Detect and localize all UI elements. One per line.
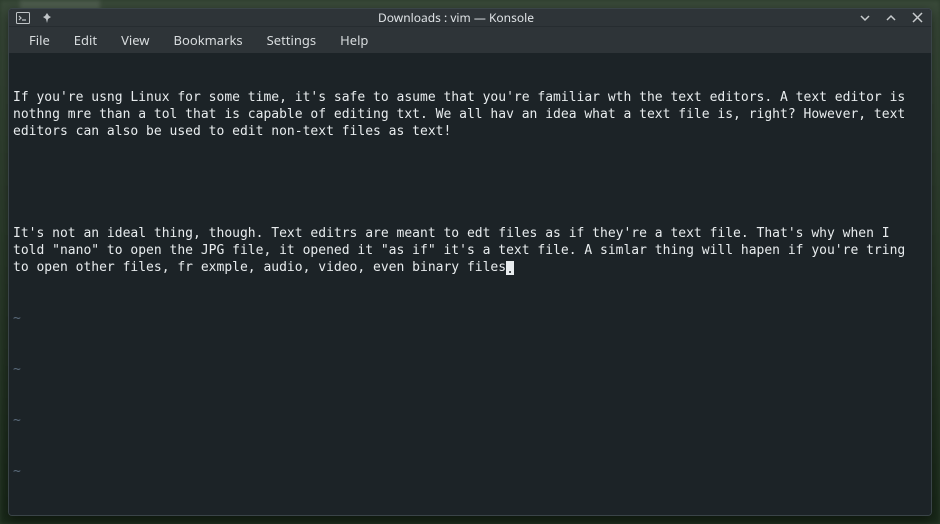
menu-edit[interactable]: Edit xyxy=(62,27,109,53)
vim-tilde: ~ xyxy=(13,361,927,378)
terminal-icon xyxy=(15,10,31,26)
menu-help[interactable]: Help xyxy=(328,27,380,53)
vim-tilde: ~ xyxy=(13,463,927,480)
text-paragraph-2: It's not an ideal thing, though. Text ed… xyxy=(13,225,927,276)
menubar: File Edit View Bookmarks Settings Help xyxy=(9,26,931,53)
close-button[interactable] xyxy=(909,10,925,26)
vim-tilde: ~ xyxy=(13,514,927,516)
titlebar-left xyxy=(15,10,55,26)
text-paragraph-1: If you're usng Linux for some time, it's… xyxy=(13,89,927,140)
maximize-button[interactable] xyxy=(883,10,899,26)
pin-icon[interactable] xyxy=(39,10,55,26)
vim-tilde: ~ xyxy=(13,310,927,327)
blank-line xyxy=(13,174,927,191)
konsole-window: Downloads : vim — Konsole File Edit View… xyxy=(8,8,932,516)
cursor: . xyxy=(506,261,514,275)
menu-bookmarks[interactable]: Bookmarks xyxy=(162,27,255,53)
minimize-button[interactable] xyxy=(857,10,873,26)
menu-file[interactable]: File xyxy=(17,27,62,53)
terminal-content[interactable]: If you're usng Linux for some time, it's… xyxy=(9,53,931,516)
titlebar-controls xyxy=(857,10,925,26)
menu-view[interactable]: View xyxy=(109,27,161,53)
window-title: Downloads : vim — Konsole xyxy=(55,9,857,26)
menu-settings[interactable]: Settings xyxy=(255,27,328,53)
titlebar[interactable]: Downloads : vim — Konsole xyxy=(9,9,931,26)
vim-tilde: ~ xyxy=(13,412,927,429)
